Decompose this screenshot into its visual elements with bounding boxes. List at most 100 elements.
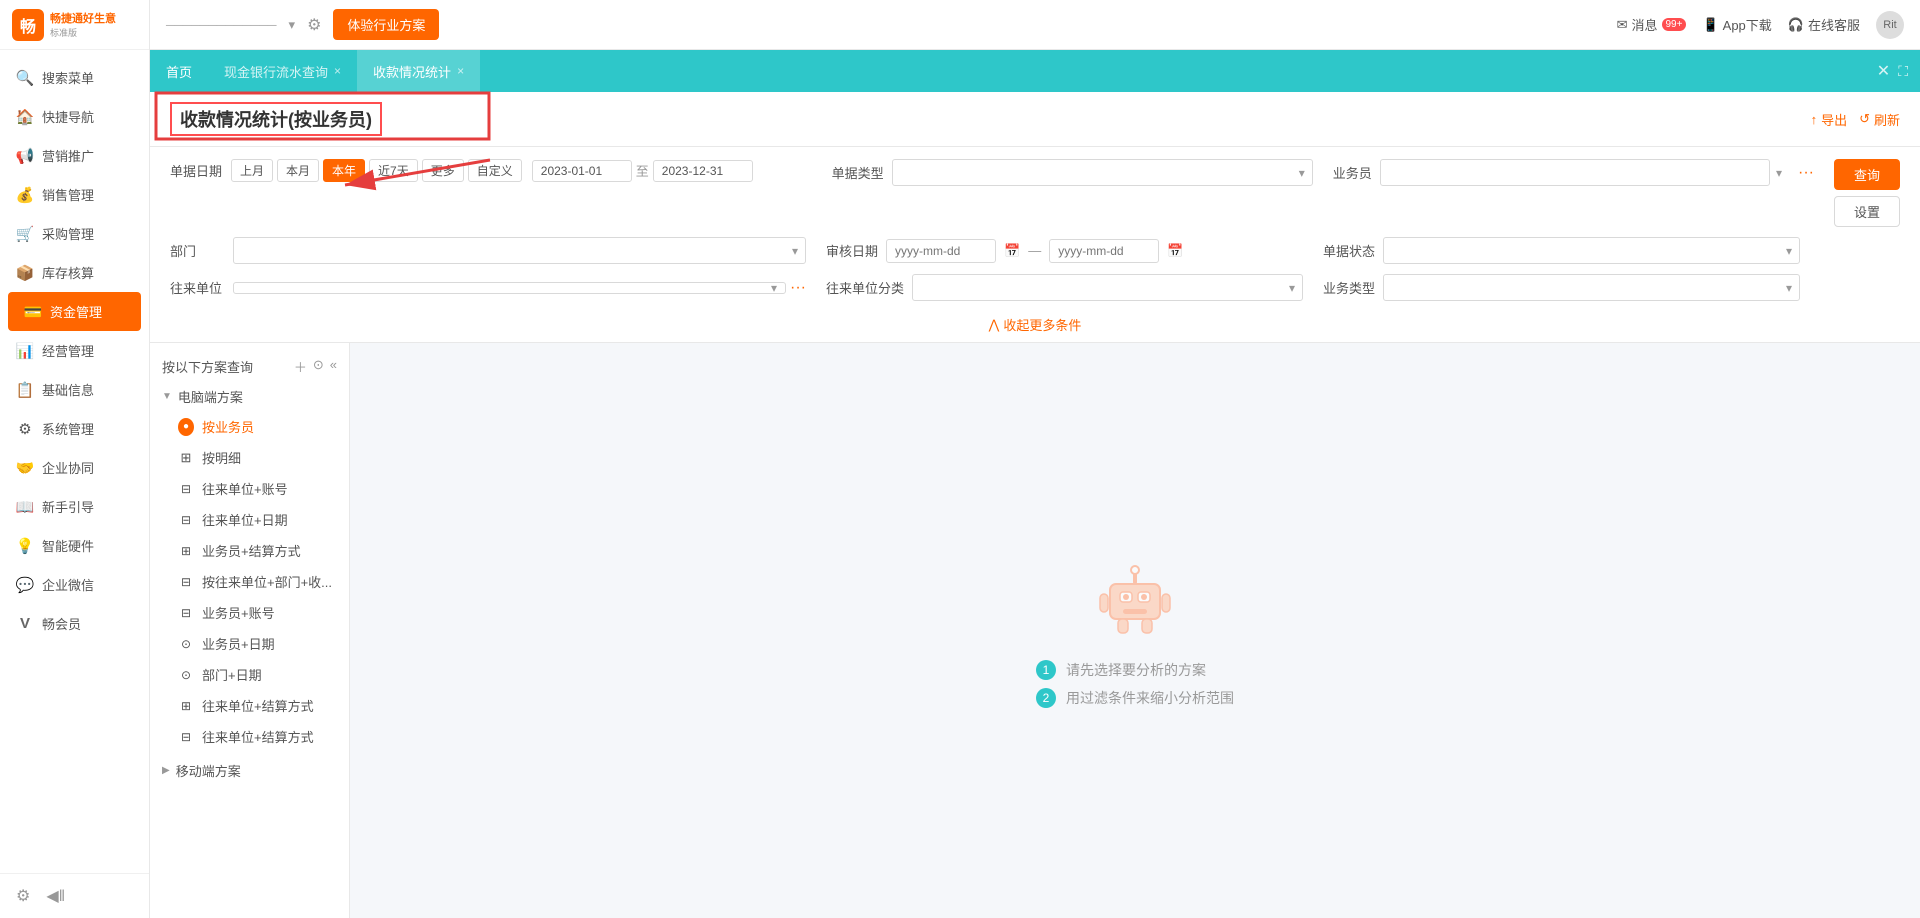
settings-gear-icon[interactable]: ⚙ bbox=[307, 15, 321, 35]
search-menu-icon: 🔍 bbox=[16, 69, 34, 87]
scheme-item-salesman-account[interactable]: ⊟ 业务员+账号 bbox=[150, 597, 349, 628]
date-to-input[interactable]: 2023-12-31 bbox=[653, 160, 753, 182]
collapse-icon: ⋀ bbox=[989, 317, 1000, 333]
tab-receipts-stat[interactable]: 收款情况统计 × bbox=[357, 50, 480, 92]
refresh-button[interactable]: ↺ 刷新 bbox=[1859, 110, 1900, 129]
tab-window-close-icon[interactable]: ✕ bbox=[1877, 61, 1890, 81]
scheme-item-partner-account[interactable]: ⊟ 往来单位+账号 bbox=[150, 473, 349, 504]
salesman-select[interactable] bbox=[1380, 159, 1770, 186]
scheme-item-dept-date[interactable]: ⊙ 部门+日期 bbox=[150, 659, 349, 690]
sidebar-item-corp-collab[interactable]: 🤝 企业协同 bbox=[0, 448, 149, 487]
breadcrumb-dropdown-icon[interactable]: ▾ bbox=[289, 17, 296, 33]
corp-wechat-icon: 💬 bbox=[16, 576, 34, 594]
scheme-add-icon[interactable]: ＋ bbox=[294, 357, 307, 376]
sidebar-item-corp-wechat[interactable]: 💬 企业微信 bbox=[0, 565, 149, 604]
sidebar-item-label: 智能硬件 bbox=[42, 536, 94, 555]
sidebar-item-label: 销售管理 bbox=[42, 185, 94, 204]
sidebar-item-member[interactable]: V 畅会员 bbox=[0, 604, 149, 643]
trial-button[interactable]: 体验行业方案 bbox=[333, 9, 439, 40]
refresh-label: 刷新 bbox=[1874, 110, 1900, 129]
sidebar-item-basic-info[interactable]: 📋 基础信息 bbox=[0, 370, 149, 409]
date-btn-custom[interactable]: 自定义 bbox=[468, 159, 522, 182]
dept-select[interactable] bbox=[233, 237, 806, 264]
sidebar-item-operations[interactable]: 📊 经营管理 bbox=[0, 331, 149, 370]
doc-type-select[interactable] bbox=[892, 159, 1313, 186]
marketing-icon: 📢 bbox=[16, 147, 34, 165]
doc-status-select[interactable] bbox=[1383, 237, 1800, 264]
scheme-item-by-detail[interactable]: ⊞ 按明细 bbox=[150, 442, 349, 473]
scheme-item-partner-dept[interactable]: ⊟ 按往来单位+部门+收... bbox=[150, 566, 349, 597]
partner-more-icon[interactable]: ··· bbox=[790, 279, 806, 297]
scheme-group-mobile-header[interactable]: ▶ 移动端方案 bbox=[150, 756, 349, 785]
sidebar-item-label: 新手引导 bbox=[42, 497, 94, 516]
doc-status-label: 单据状态 bbox=[1323, 241, 1375, 260]
tab-receipts-stat-label: 收款情况统计 bbox=[373, 62, 451, 81]
sidebar-item-funds[interactable]: 💳 资金管理 bbox=[8, 292, 141, 331]
date-divider: 至 bbox=[636, 161, 649, 180]
date-from-input[interactable]: 2023-01-01 bbox=[532, 160, 632, 182]
scheme-item-label: 往来单位+结算方式 bbox=[202, 696, 314, 715]
date-btn-7days[interactable]: 近7天 bbox=[369, 159, 418, 182]
sidebar-item-label: 系统管理 bbox=[42, 419, 94, 438]
audit-from-input[interactable] bbox=[886, 239, 996, 263]
audit-cal-icon[interactable]: 📅 bbox=[1004, 243, 1020, 259]
purchase-icon: 🛒 bbox=[16, 225, 34, 243]
scheme-item-partner-date[interactable]: ⊟ 往来单位+日期 bbox=[150, 504, 349, 535]
partner-category-select[interactable] bbox=[912, 274, 1303, 301]
empty-robot-icon bbox=[1090, 554, 1180, 644]
sidebar-item-marketing[interactable]: 📢 营销推广 bbox=[0, 136, 149, 175]
audit-cal2-icon[interactable]: 📅 bbox=[1167, 243, 1183, 259]
tab-bank-flow-close-icon[interactable]: × bbox=[334, 64, 341, 78]
scheme-item-partner-settle2[interactable]: ⊟ 往来单位+结算方式 bbox=[150, 721, 349, 752]
scheme-group-desktop-header[interactable]: ▼ 电脑端方案 bbox=[150, 382, 349, 411]
refresh-icon: ↺ bbox=[1859, 111, 1870, 127]
content-area: 按以下方案查询 ＋ ⊙ « ▼ 电脑端方案 ● bbox=[150, 343, 1920, 918]
sidebar-item-inventory[interactable]: 📦 库存核算 bbox=[0, 253, 149, 292]
scheme-item-salesman-date[interactable]: ⊙ 业务员+日期 bbox=[150, 628, 349, 659]
scheme-item-label: 往来单位+日期 bbox=[202, 510, 288, 529]
sidebar-item-sales[interactable]: 💰 销售管理 bbox=[0, 175, 149, 214]
messages-badge: 99+ bbox=[1662, 18, 1687, 31]
settings-bottom-icon[interactable]: ⚙ bbox=[16, 886, 30, 906]
user-avatar[interactable]: Rit bbox=[1876, 11, 1904, 39]
sidebar-item-beginner[interactable]: 📖 新手引导 bbox=[0, 487, 149, 526]
collapse-filter-button[interactable]: ⋀ 收起更多条件 bbox=[150, 305, 1920, 342]
sidebar-item-quick-nav[interactable]: 🏠 快捷导航 bbox=[0, 97, 149, 136]
tab-receipts-stat-close-icon[interactable]: × bbox=[457, 64, 464, 78]
date-btn-last-month[interactable]: 上月 bbox=[231, 159, 273, 182]
scheme-item-salesman-settle[interactable]: ⊞ 业务员+结算方式 bbox=[150, 535, 349, 566]
sidebar-item-smart-hw[interactable]: 💡 智能硬件 bbox=[0, 526, 149, 565]
sidebar-item-search-menu[interactable]: 🔍 搜索菜单 bbox=[0, 58, 149, 97]
scheme-item-by-salesman[interactable]: ● 按业务员 bbox=[150, 411, 349, 442]
query-button[interactable]: 查询 bbox=[1834, 159, 1900, 190]
scheme-settings-icon[interactable]: ⊙ bbox=[313, 357, 324, 376]
messages-button[interactable]: ✉ 消息 99+ bbox=[1617, 15, 1687, 34]
scheme-item-label: 往来单位+结算方式 bbox=[202, 727, 314, 746]
scheme-item-partner-settle1[interactable]: ⊞ 往来单位+结算方式 bbox=[150, 690, 349, 721]
messages-label: 消息 bbox=[1631, 15, 1657, 34]
sidebar-item-label: 营销推广 bbox=[42, 146, 94, 165]
sidebar-item-system[interactable]: ⚙ 系统管理 bbox=[0, 409, 149, 448]
scheme-header-label: 按以下方案查询 bbox=[162, 357, 253, 376]
export-button[interactable]: ↑ 导出 bbox=[1811, 110, 1848, 129]
date-btn-more[interactable]: 更多 bbox=[422, 159, 464, 182]
partner-category-label: 往来单位分类 bbox=[826, 278, 904, 297]
audit-to-input[interactable] bbox=[1049, 239, 1159, 263]
salesman-more-icon[interactable]: ··· bbox=[1798, 164, 1814, 182]
date-quick-buttons: 上月 本月 本年 近7天 更多 自定义 bbox=[231, 159, 522, 182]
sidebar-item-label: 搜索菜单 bbox=[42, 68, 94, 87]
mobile-group-arrow-icon: ▶ bbox=[162, 765, 170, 776]
biz-type-select[interactable] bbox=[1383, 274, 1800, 301]
app-download-button[interactable]: 📱 App下载 bbox=[1702, 15, 1771, 34]
date-btn-this-month[interactable]: 本月 bbox=[277, 159, 319, 182]
tab-home[interactable]: 首页 bbox=[150, 50, 208, 92]
scheme-collapse-icon[interactable]: « bbox=[330, 357, 337, 376]
tab-expand-icon[interactable]: ⛶ bbox=[1898, 63, 1908, 80]
tab-bank-flow[interactable]: 现金银行流水查询 × bbox=[208, 50, 357, 92]
page-title: 收款情况统计(按业务员) bbox=[170, 102, 382, 136]
collapse-sidebar-icon[interactable]: ◀‖ bbox=[46, 886, 65, 906]
sidebar-item-purchase[interactable]: 🛒 采购管理 bbox=[0, 214, 149, 253]
online-service-button[interactable]: 🎧 在线客服 bbox=[1788, 15, 1860, 34]
date-btn-this-year[interactable]: 本年 bbox=[323, 159, 365, 182]
setting-button[interactable]: 设置 bbox=[1834, 196, 1900, 227]
